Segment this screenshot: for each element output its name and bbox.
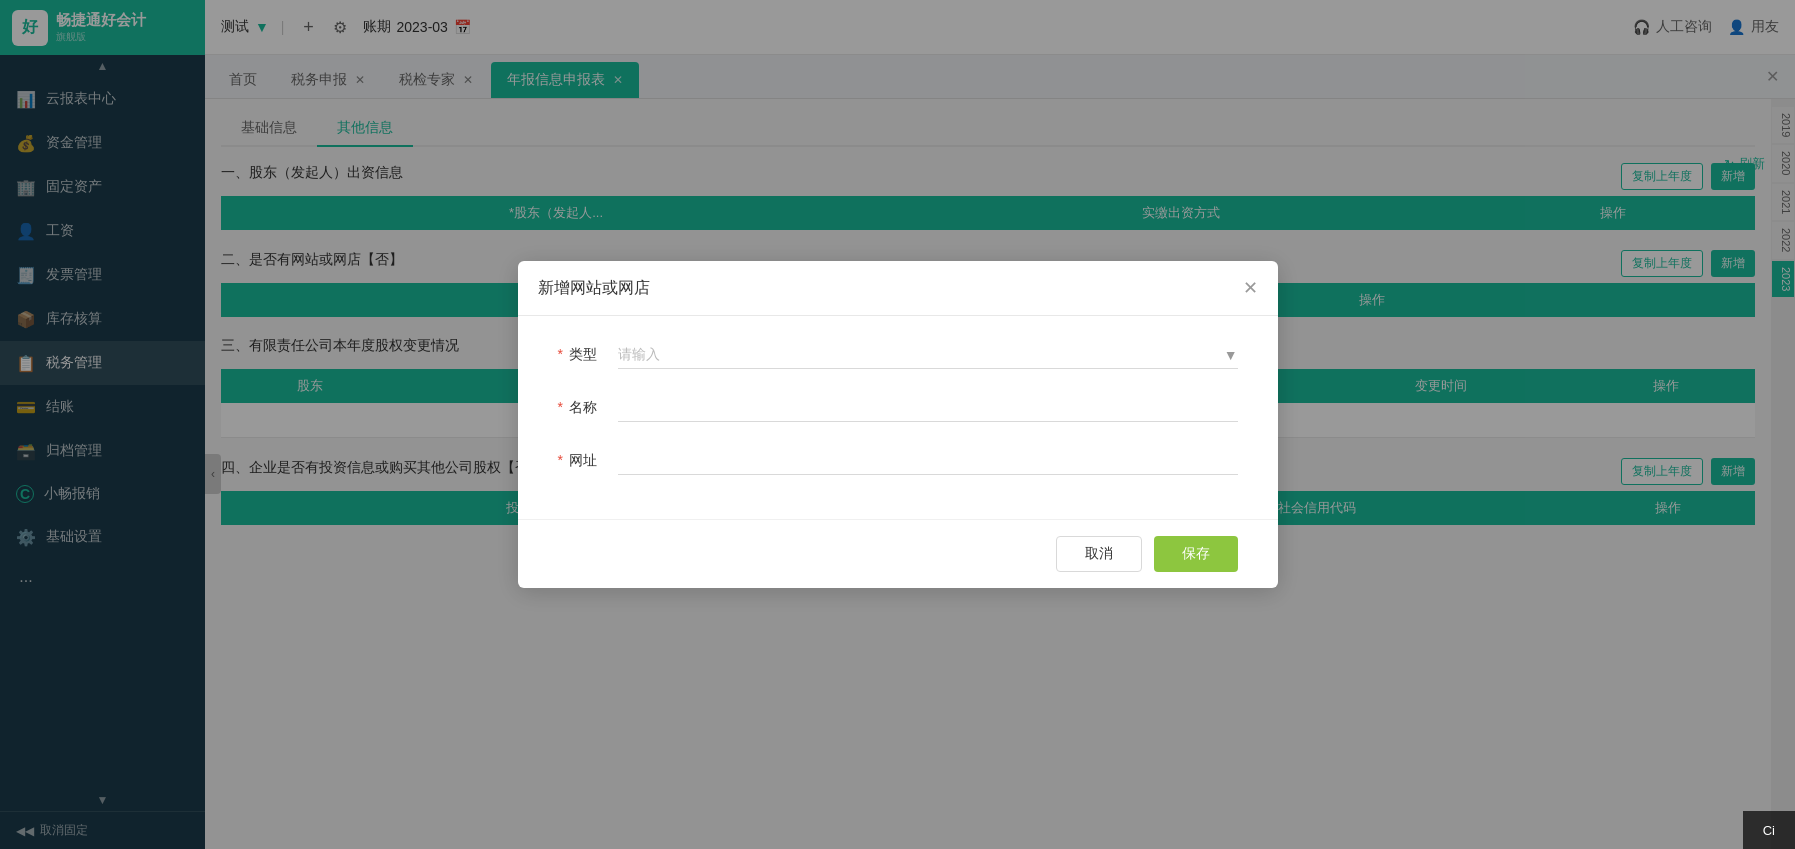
type-required-mark: * bbox=[558, 346, 563, 362]
form-field-name: * 名称 bbox=[558, 393, 1238, 422]
type-label: * 类型 bbox=[558, 346, 618, 364]
dialog-overlay: 新增网站或网店 ✕ * 类型 ▼ * 名称 bbox=[0, 0, 1795, 849]
url-required-mark: * bbox=[558, 452, 563, 468]
form-field-url: * 网址 bbox=[558, 446, 1238, 475]
cancel-button[interactable]: 取消 bbox=[1056, 536, 1142, 572]
dialog-add-website: 新增网站或网店 ✕ * 类型 ▼ * 名称 bbox=[518, 261, 1278, 588]
dialog-title: 新增网站或网店 bbox=[538, 278, 650, 299]
url-label: * 网址 bbox=[558, 452, 618, 470]
url-input-wrap bbox=[618, 446, 1238, 475]
name-label: * 名称 bbox=[558, 399, 618, 417]
dialog-footer: 取消 保存 bbox=[518, 519, 1278, 588]
type-input[interactable] bbox=[618, 340, 1238, 369]
type-label-text: 类型 bbox=[569, 346, 597, 362]
name-input-wrap bbox=[618, 393, 1238, 422]
bottom-bar: Ci bbox=[1743, 811, 1795, 849]
type-input-wrap: ▼ bbox=[618, 340, 1238, 369]
url-input[interactable] bbox=[618, 446, 1238, 475]
form-field-type: * 类型 ▼ bbox=[558, 340, 1238, 369]
name-required-mark: * bbox=[558, 399, 563, 415]
dialog-close-btn[interactable]: ✕ bbox=[1243, 277, 1258, 299]
url-label-text: 网址 bbox=[569, 452, 597, 468]
name-label-text: 名称 bbox=[569, 399, 597, 415]
save-button[interactable]: 保存 bbox=[1154, 536, 1238, 572]
type-dropdown-icon: ▼ bbox=[1224, 347, 1238, 363]
dialog-body: * 类型 ▼ * 名称 * bbox=[518, 316, 1278, 519]
name-input[interactable] bbox=[618, 393, 1238, 422]
dialog-header: 新增网站或网店 ✕ bbox=[518, 261, 1278, 316]
bottom-bar-text: Ci bbox=[1763, 823, 1775, 838]
